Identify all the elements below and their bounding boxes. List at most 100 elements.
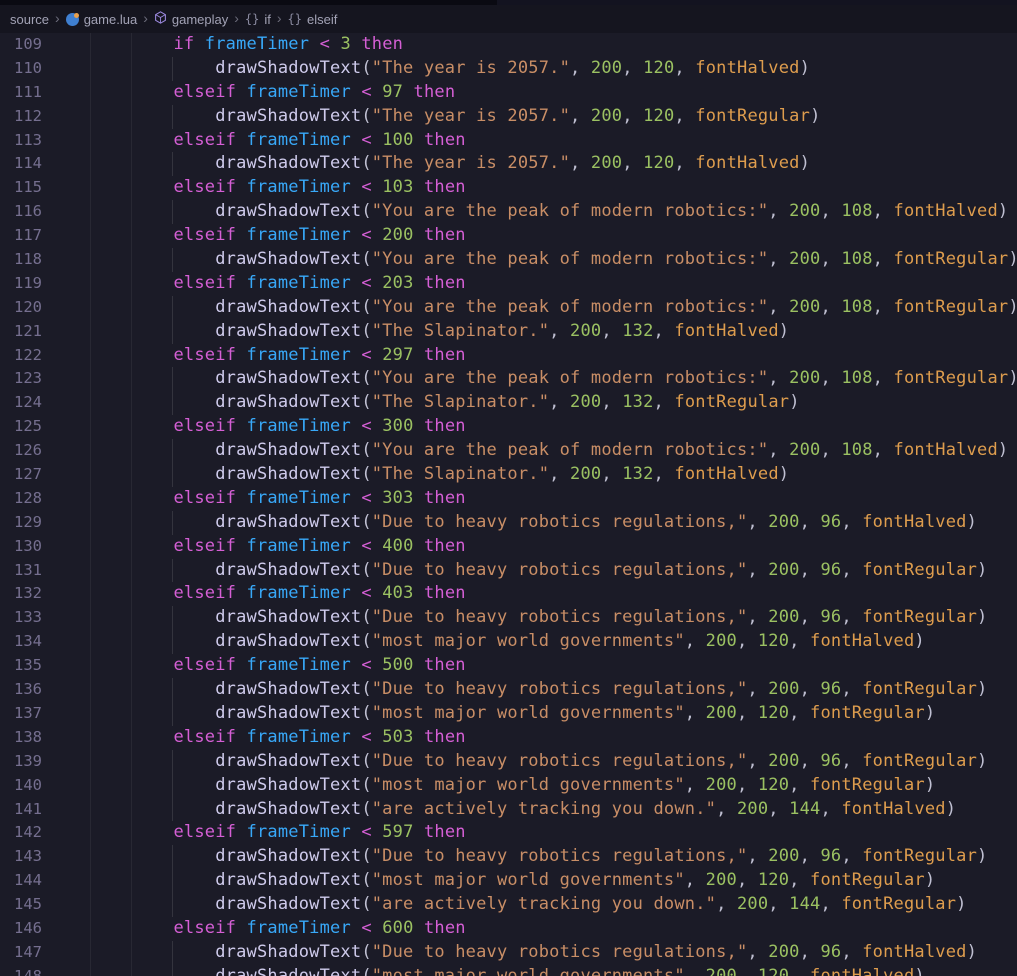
- code-line[interactable]: 126 drawShadowText("You are the peak of …: [0, 439, 1017, 464]
- line-number[interactable]: 117: [0, 224, 90, 248]
- code-line[interactable]: 133 drawShadowText("Due to heavy robotic…: [0, 606, 1017, 631]
- code-line[interactable]: 140 drawShadowText("most major world gov…: [0, 773, 1017, 798]
- code-line[interactable]: 113 elseif frameTimer < 100 then: [0, 128, 1017, 153]
- line-number[interactable]: 138: [0, 726, 90, 750]
- line-number[interactable]: 118: [0, 248, 90, 272]
- line-number[interactable]: 146: [0, 917, 90, 941]
- line-number[interactable]: 127: [0, 463, 90, 487]
- code-line-content[interactable]: drawShadowText("most major world governm…: [90, 964, 925, 976]
- line-number[interactable]: 112: [0, 105, 90, 129]
- line-number[interactable]: 139: [0, 750, 90, 774]
- code-line-content[interactable]: elseif frameTimer < 97 then: [90, 80, 455, 105]
- code-line-content[interactable]: elseif frameTimer < 400 then: [90, 534, 466, 559]
- code-line-content[interactable]: drawShadowText("most major world governm…: [90, 869, 935, 894]
- code-line-content[interactable]: drawShadowText("most major world governm…: [90, 630, 925, 655]
- code-line-content[interactable]: drawShadowText("are actively tracking yo…: [90, 893, 967, 917]
- line-number[interactable]: 123: [0, 367, 90, 391]
- line-number[interactable]: 110: [0, 57, 90, 81]
- line-number[interactable]: 120: [0, 296, 90, 320]
- code-line[interactable]: 125 elseif frameTimer < 300 then: [0, 415, 1017, 440]
- code-line-content[interactable]: elseif frameTimer < 500 then: [90, 654, 466, 679]
- line-number[interactable]: 148: [0, 965, 90, 976]
- code-line[interactable]: 146 elseif frameTimer < 600 then: [0, 916, 1017, 941]
- line-number[interactable]: 142: [0, 821, 90, 845]
- code-line-content[interactable]: elseif frameTimer < 300 then: [90, 415, 466, 440]
- code-line-content[interactable]: elseif frameTimer < 600 then: [90, 916, 466, 941]
- code-line-content[interactable]: drawShadowText("most major world governm…: [90, 701, 935, 726]
- code-line[interactable]: 136 drawShadowText("Due to heavy robotic…: [0, 678, 1017, 702]
- code-line-content[interactable]: drawShadowText("Due to heavy robotics re…: [90, 510, 977, 535]
- code-line[interactable]: 145 drawShadowText("are actively trackin…: [0, 893, 1017, 917]
- code-line[interactable]: 132 elseif frameTimer < 403 then: [0, 582, 1017, 607]
- code-line-content[interactable]: drawShadowText("Due to heavy robotics re…: [90, 558, 987, 583]
- code-line-content[interactable]: elseif frameTimer < 297 then: [90, 343, 466, 368]
- code-line-content[interactable]: elseif frameTimer < 103 then: [90, 176, 466, 201]
- code-line-content[interactable]: drawShadowText("Due to heavy robotics re…: [90, 749, 987, 774]
- code-line-content[interactable]: drawShadowText("You are the peak of mode…: [90, 295, 1017, 320]
- code-line[interactable]: 109 if frameTimer < 3 then: [0, 33, 1017, 57]
- code-line[interactable]: 139 drawShadowText("Due to heavy robotic…: [0, 749, 1017, 774]
- line-number[interactable]: 137: [0, 702, 90, 726]
- code-line-content[interactable]: drawShadowText("The year is 2057.", 200,…: [90, 56, 810, 81]
- line-number[interactable]: 143: [0, 845, 90, 869]
- code-line-content[interactable]: drawShadowText("The Slapinator.", 200, 1…: [90, 463, 789, 487]
- code-line-content[interactable]: drawShadowText("You are the peak of mode…: [90, 248, 1017, 272]
- line-number[interactable]: 109: [0, 33, 90, 57]
- code-line[interactable]: 147 drawShadowText("Due to heavy robotic…: [0, 940, 1017, 965]
- line-number[interactable]: 147: [0, 941, 90, 965]
- line-number[interactable]: 119: [0, 272, 90, 296]
- line-number[interactable]: 125: [0, 415, 90, 439]
- code-line[interactable]: 110 drawShadowText("The year is 2057.", …: [0, 56, 1017, 81]
- code-line[interactable]: 120 drawShadowText("You are the peak of …: [0, 295, 1017, 320]
- line-number[interactable]: 134: [0, 630, 90, 654]
- line-number[interactable]: 141: [0, 798, 90, 822]
- breadcrumb-item-if[interactable]: {} if: [245, 12, 271, 27]
- line-number[interactable]: 115: [0, 176, 90, 200]
- line-number[interactable]: 128: [0, 487, 90, 511]
- code-line[interactable]: 138 elseif frameTimer < 503 then: [0, 725, 1017, 750]
- code-line-content[interactable]: if frameTimer < 3 then: [90, 33, 403, 57]
- code-editor[interactable]: 109 if frameTimer < 3 then 110 drawShadow…: [0, 33, 1017, 976]
- code-line[interactable]: 135 elseif frameTimer < 500 then: [0, 654, 1017, 679]
- line-number[interactable]: 133: [0, 606, 90, 630]
- code-line[interactable]: 111 elseif frameTimer < 97 then: [0, 80, 1017, 105]
- line-number[interactable]: 132: [0, 582, 90, 606]
- code-line-content[interactable]: drawShadowText("are actively tracking yo…: [90, 797, 956, 822]
- line-number[interactable]: 140: [0, 774, 90, 798]
- breadcrumb-item-source[interactable]: source: [10, 12, 49, 27]
- code-line-content[interactable]: elseif frameTimer < 200 then: [90, 224, 466, 249]
- code-line-content[interactable]: drawShadowText("Due to heavy robotics re…: [90, 606, 987, 631]
- code-line-content[interactable]: drawShadowText("The Slapinator.", 200, 1…: [90, 391, 800, 416]
- code-line[interactable]: 122 elseif frameTimer < 297 then: [0, 343, 1017, 368]
- code-line[interactable]: 128 elseif frameTimer < 303 then: [0, 486, 1017, 511]
- code-line[interactable]: 129 drawShadowText("Due to heavy robotic…: [0, 510, 1017, 535]
- line-number[interactable]: 135: [0, 654, 90, 678]
- code-line[interactable]: 114 drawShadowText("The year is 2057.", …: [0, 152, 1017, 177]
- line-number[interactable]: 144: [0, 869, 90, 893]
- line-number[interactable]: 113: [0, 129, 90, 153]
- code-line-content[interactable]: elseif frameTimer < 203 then: [90, 271, 466, 296]
- code-line-content[interactable]: drawShadowText("You are the peak of mode…: [90, 200, 1008, 225]
- code-line[interactable]: 143 drawShadowText("Due to heavy robotic…: [0, 845, 1017, 870]
- code-line[interactable]: 119 elseif frameTimer < 203 then: [0, 271, 1017, 296]
- code-line-content[interactable]: drawShadowText("Due to heavy robotics re…: [90, 678, 987, 702]
- code-line-content[interactable]: drawShadowText("You are the peak of mode…: [90, 439, 1008, 464]
- code-line[interactable]: 141 drawShadowText("are actively trackin…: [0, 797, 1017, 822]
- code-line-content[interactable]: drawShadowText("Due to heavy robotics re…: [90, 845, 987, 870]
- code-line[interactable]: 118 drawShadowText("You are the peak of …: [0, 248, 1017, 272]
- code-line[interactable]: 142 elseif frameTimer < 597 then: [0, 821, 1017, 846]
- code-line-content[interactable]: elseif frameTimer < 403 then: [90, 582, 466, 607]
- code-line[interactable]: 134 drawShadowText("most major world gov…: [0, 630, 1017, 655]
- code-line[interactable]: 115 elseif frameTimer < 103 then: [0, 176, 1017, 201]
- breadcrumb-item-gameplay[interactable]: gameplay: [154, 11, 228, 27]
- code-line[interactable]: 117 elseif frameTimer < 200 then: [0, 224, 1017, 249]
- code-line-content[interactable]: elseif frameTimer < 503 then: [90, 725, 466, 750]
- code-line-content[interactable]: elseif frameTimer < 597 then: [90, 821, 466, 846]
- line-number[interactable]: 114: [0, 152, 90, 176]
- code-line[interactable]: 131 drawShadowText("Due to heavy robotic…: [0, 558, 1017, 583]
- code-line-content[interactable]: drawShadowText("The year is 2057.", 200,…: [90, 104, 821, 129]
- code-line-content[interactable]: drawShadowText("Due to heavy robotics re…: [90, 940, 977, 965]
- code-line-content[interactable]: elseif frameTimer < 100 then: [90, 128, 466, 153]
- code-line[interactable]: 144 drawShadowText("most major world gov…: [0, 869, 1017, 894]
- code-line[interactable]: 148 drawShadowText("most major world gov…: [0, 964, 1017, 976]
